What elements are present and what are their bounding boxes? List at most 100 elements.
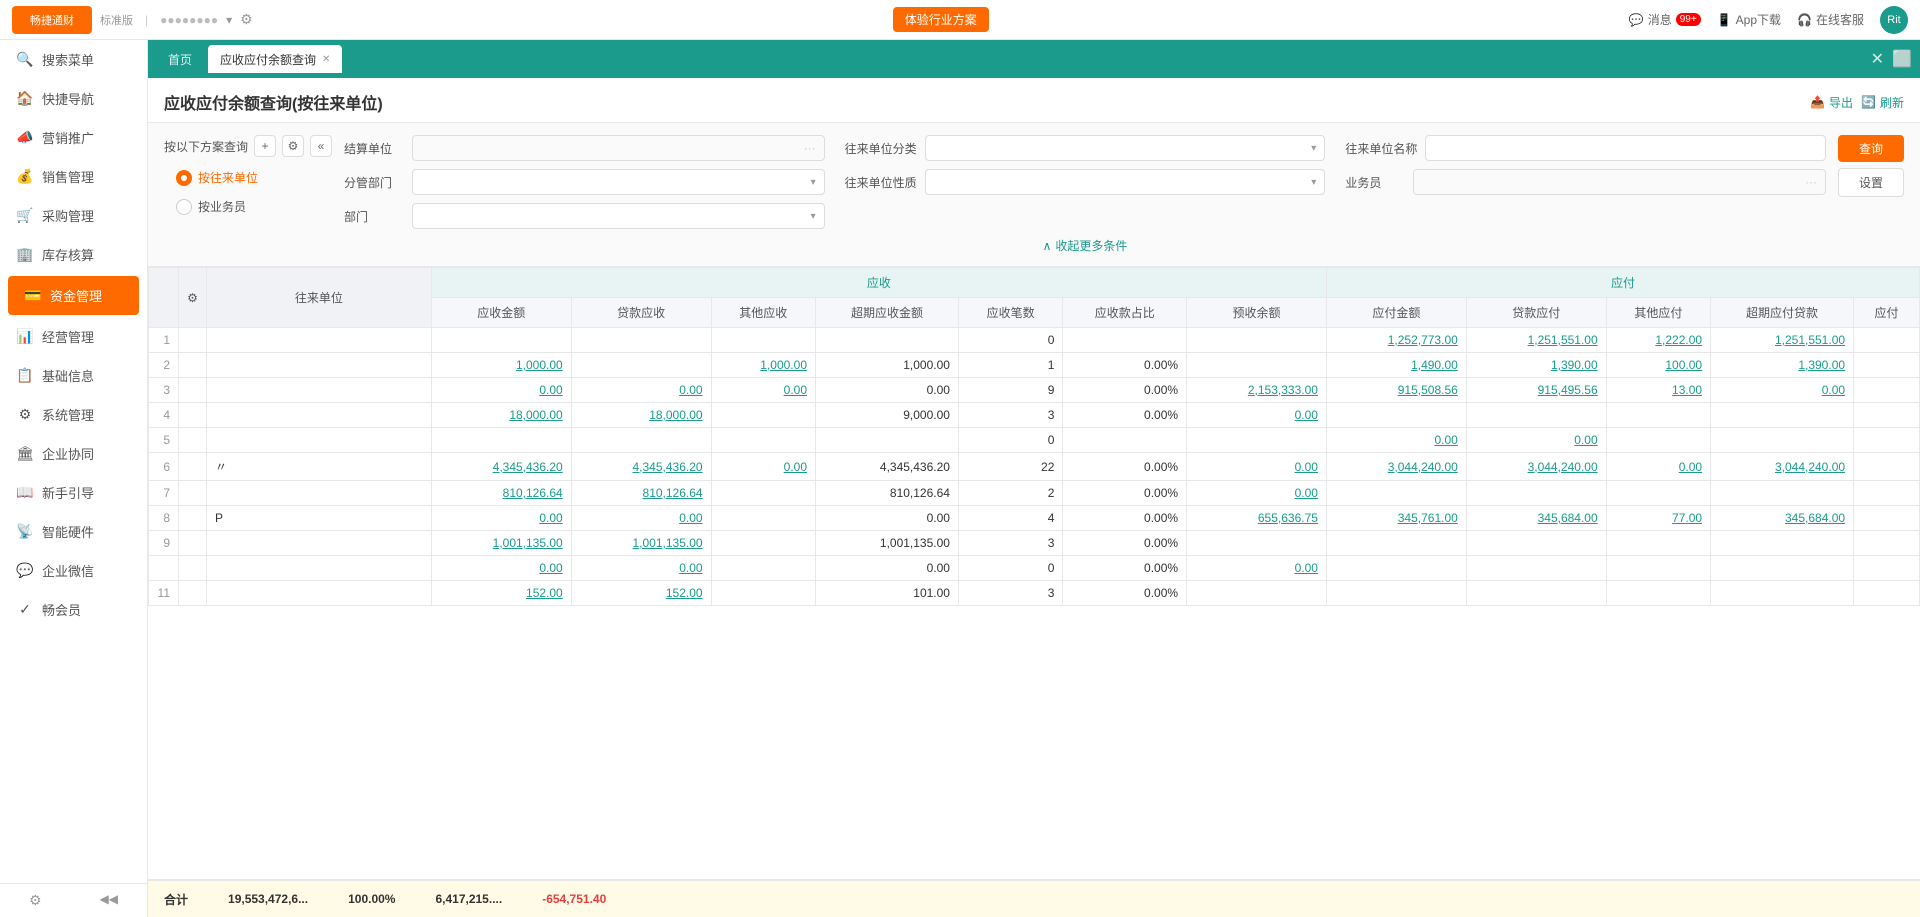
table-cell[interactable]: 1,390.00 <box>1711 353 1854 378</box>
table-cell[interactable]: 0.00 <box>431 506 571 531</box>
cell-link[interactable]: 0.00 <box>539 383 562 397</box>
table-cell[interactable]: 810,126.64 <box>431 481 571 506</box>
table-cell[interactable]: 0.00 <box>1187 403 1327 428</box>
tab-close-window-btn[interactable]: ✕ <box>1871 49 1884 69</box>
nav-option-by-staff[interactable]: 按业务员 <box>164 194 332 219</box>
table-cell[interactable]: 655,636.75 <box>1187 506 1327 531</box>
cell-link[interactable]: 345,684.00 <box>1785 511 1845 525</box>
sidebar-item-operations[interactable]: 📊 经营管理 <box>0 317 147 356</box>
table-cell[interactable]: 3,044,240.00 <box>1466 453 1606 481</box>
collapse-more-btn[interactable]: ∧ 收起更多条件 <box>1043 237 1128 254</box>
sidebar-item-marketing[interactable]: 📣 营销推广 <box>0 118 147 157</box>
cell-link[interactable]: 3,044,240.00 <box>1775 460 1845 474</box>
department-select[interactable]: ▾ <box>412 203 825 229</box>
cell-link[interactable]: 0.00 <box>1679 460 1702 474</box>
table-cell[interactable]: 13.00 <box>1606 378 1710 403</box>
sidebar-item-wechat[interactable]: 💬 企业微信 <box>0 551 147 590</box>
cell-link[interactable]: 655,636.75 <box>1258 511 1318 525</box>
table-cell[interactable]: 0.00 <box>431 556 571 581</box>
table-cell[interactable]: 4,345,436.20 <box>431 453 571 481</box>
table-cell[interactable]: 1,222.00 <box>1606 328 1710 353</box>
cell-link[interactable]: 152.00 <box>666 586 703 600</box>
sidebar-item-hardware[interactable]: 📡 智能硬件 <box>0 512 147 551</box>
settings-icon[interactable]: ⚙ <box>240 11 253 28</box>
support-btn[interactable]: 🎧 在线客服 <box>1797 11 1864 28</box>
table-cell[interactable]: 100.00 <box>1606 353 1710 378</box>
cell-link[interactable]: 4,345,436.20 <box>633 460 703 474</box>
cell-link[interactable]: 810,126.64 <box>643 486 703 500</box>
tab-maximize-btn[interactable]: ⬜ <box>1892 49 1912 69</box>
table-cell[interactable]: 0.00 <box>571 506 711 531</box>
cell-link[interactable]: 1,222.00 <box>1655 333 1702 347</box>
filter-back-btn[interactable]: « <box>310 135 332 157</box>
solution-btn[interactable]: 体验行业方案 <box>893 7 989 32</box>
cell-link[interactable]: 0.00 <box>679 383 702 397</box>
table-cell[interactable]: 1,390.00 <box>1466 353 1606 378</box>
table-cell[interactable]: 152.00 <box>431 581 571 606</box>
table-cell[interactable]: 0.00 <box>431 378 571 403</box>
table-cell[interactable]: 915,508.56 <box>1326 378 1466 403</box>
cell-link[interactable]: 1,251,551.00 <box>1528 333 1598 347</box>
sidebar-item-sales[interactable]: 💰 销售管理 <box>0 157 147 196</box>
dept-select[interactable]: ▾ <box>412 169 825 195</box>
cell-link[interactable]: 4,345,436.20 <box>493 460 563 474</box>
table-cell[interactable]: 4,345,436.20 <box>571 453 711 481</box>
cell-link[interactable]: 0.00 <box>679 511 702 525</box>
avatar[interactable]: Rit <box>1880 6 1908 34</box>
partner-name-input[interactable] <box>1425 135 1826 161</box>
sidebar-item-guide[interactable]: 📖 新手引导 <box>0 473 147 512</box>
sidebar-item-purchase[interactable]: 🛒 采购管理 <box>0 196 147 235</box>
table-cell[interactable]: 0.00 <box>711 453 815 481</box>
cell-link[interactable]: 0.00 <box>1295 408 1318 422</box>
table-cell[interactable]: 1,000.00 <box>711 353 815 378</box>
cell-link[interactable]: 1,001,135.00 <box>633 536 703 550</box>
table-cell[interactable]: 0.00 <box>1466 428 1606 453</box>
table-cell[interactable]: 1,000.00 <box>431 353 571 378</box>
cell-link[interactable]: 0.00 <box>784 383 807 397</box>
sidebar-item-basicinfo[interactable]: 📋 基础信息 <box>0 356 147 395</box>
sidebar-item-enterprise[interactable]: 🏛 企业协同 <box>0 434 147 473</box>
table-cell[interactable]: 18,000.00 <box>571 403 711 428</box>
cell-link[interactable]: 13.00 <box>1672 383 1702 397</box>
tab-close-btn[interactable]: ✕ <box>322 54 330 65</box>
cell-link[interactable]: 915,495.56 <box>1538 383 1598 397</box>
table-cell[interactable]: 1,490.00 <box>1326 353 1466 378</box>
table-cell[interactable]: 0.00 <box>711 378 815 403</box>
query-btn[interactable]: 查询 <box>1838 135 1904 162</box>
cell-link[interactable]: 3,044,240.00 <box>1388 460 1458 474</box>
cell-link[interactable]: 345,761.00 <box>1398 511 1458 525</box>
cell-link[interactable]: 2,153,333.00 <box>1248 383 1318 397</box>
table-cell[interactable]: 0.00 <box>1606 453 1710 481</box>
cell-link[interactable]: 100.00 <box>1665 358 1702 372</box>
cell-link[interactable]: 1,490.00 <box>1411 358 1458 372</box>
sidebar-item-inventory[interactable]: 🏢 库存核算 <box>0 235 147 274</box>
refresh-btn[interactable]: 🔄 刷新 <box>1861 94 1904 111</box>
cell-link[interactable]: 1,251,551.00 <box>1775 333 1845 347</box>
cell-link[interactable]: 77.00 <box>1672 511 1702 525</box>
cell-link[interactable]: 0.00 <box>1574 433 1597 447</box>
cell-link[interactable]: 18,000.00 <box>649 408 702 422</box>
cell-link[interactable]: 152.00 <box>526 586 563 600</box>
tab-home[interactable]: 首页 <box>156 45 204 73</box>
cell-link[interactable]: 0.00 <box>1434 433 1457 447</box>
col-settings-header[interactable]: ⚙ <box>179 268 207 328</box>
cell-link[interactable]: 0.00 <box>1295 561 1318 575</box>
sidebar-item-search[interactable]: 🔍 搜索菜单 <box>0 40 147 79</box>
table-cell[interactable]: 0.00 <box>1187 453 1327 481</box>
cell-link[interactable]: 0.00 <box>1295 460 1318 474</box>
cell-link[interactable]: 1,000.00 <box>760 358 807 372</box>
table-cell[interactable]: 0.00 <box>571 378 711 403</box>
table-cell[interactable]: 810,126.64 <box>571 481 711 506</box>
filter-settings-btn[interactable]: ⚙ <box>282 135 304 157</box>
sidebar-item-member[interactable]: ✓ 畅会员 <box>0 590 147 629</box>
settlement-input[interactable]: ··· <box>412 135 825 161</box>
cell-link[interactable]: 1,390.00 <box>1551 358 1598 372</box>
sidebar-collapse-btn[interactable]: ◀◀ <box>100 892 118 909</box>
nav-option-by-partner[interactable]: 按往来单位 <box>164 165 332 190</box>
partner-nature-select[interactable]: ▾ <box>925 169 1326 195</box>
table-cell[interactable]: 0.00 <box>1187 481 1327 506</box>
cell-link[interactable]: 0.00 <box>539 511 562 525</box>
download-btn[interactable]: 📱 App下载 <box>1717 11 1781 28</box>
table-cell[interactable]: 3,044,240.00 <box>1326 453 1466 481</box>
cell-link[interactable]: 0.00 <box>679 561 702 575</box>
